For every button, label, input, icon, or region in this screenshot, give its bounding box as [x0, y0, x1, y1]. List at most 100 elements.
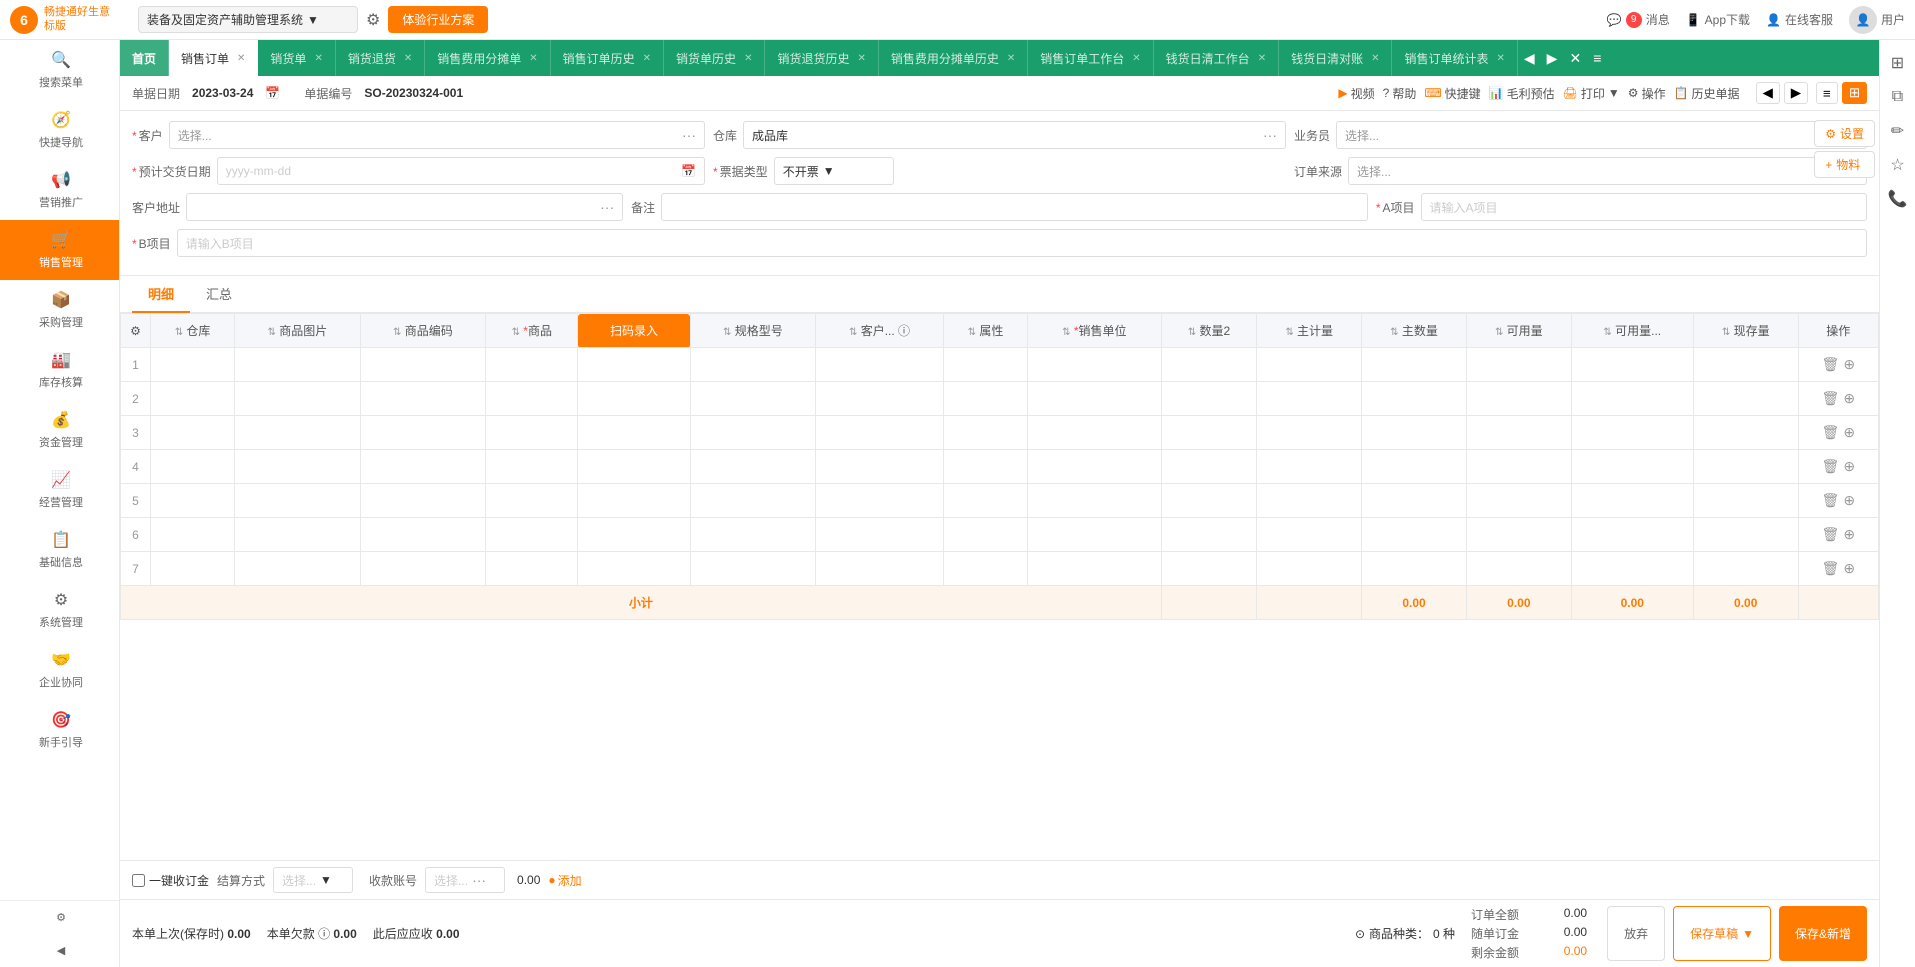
message-btn[interactable]: 💬 9 消息 [1607, 11, 1670, 28]
sidebar-item-marketing[interactable]: 📢 营销推广 [0, 160, 119, 220]
warehouse-dots-btn[interactable]: ··· [1263, 127, 1277, 143]
tab-expense-history[interactable]: 销售费用分摊单历史 ✕ [879, 40, 1028, 76]
tab-close-daily-workbench[interactable]: ✕ [1258, 53, 1266, 64]
calendar-icon[interactable]: 📅 [265, 86, 280, 100]
industry-btn[interactable]: 体验行业方案 [388, 6, 488, 33]
tab-close-statistics[interactable]: ✕ [1497, 53, 1505, 64]
customer-input[interactable]: 选择... ··· [169, 121, 705, 149]
video-btn[interactable]: ▶ 视频 [1338, 85, 1374, 102]
tab-close-workbench[interactable]: ✕ [1132, 53, 1140, 64]
print-btn[interactable]: 🖨 打印 ▼ [1563, 85, 1620, 102]
col-current-stock[interactable]: ⇅ 现存量 [1693, 314, 1798, 348]
tab-close-sales-order[interactable]: ✕ [237, 53, 245, 64]
col-image[interactable]: ⇅ 商品图片 [235, 314, 361, 348]
tab-sales-order[interactable]: 销售订单 ✕ [169, 40, 258, 76]
tab-expense-split[interactable]: 销售费用分摊单 ✕ [425, 40, 550, 76]
copy-row-5-btn[interactable]: ⊕ [1843, 492, 1855, 509]
sidebar-item-sales[interactable]: 🛒 销售管理 [0, 220, 119, 280]
add-payment-btn[interactable]: ● 添加 [548, 872, 581, 889]
right-panel-edit-icon[interactable]: ✏ [1883, 116, 1913, 146]
gear-icon[interactable]: ⚙ [366, 10, 380, 30]
warehouse-input[interactable]: 成品库 ··· [743, 121, 1286, 149]
material-float-btn[interactable]: + 物料 [1814, 151, 1875, 178]
salesperson-input[interactable]: 选择... [1336, 121, 1867, 149]
tab-statistics[interactable]: 销售订单统计表 ✕ [1392, 40, 1517, 76]
sidebar-item-operations[interactable]: 📈 经营管理 [0, 460, 119, 520]
discard-btn[interactable]: 放弃 [1607, 906, 1665, 961]
prev-record-btn[interactable]: ◀ [1756, 82, 1780, 104]
app-download-btn[interactable]: 📱 App下载 [1686, 11, 1750, 28]
user-menu-btn[interactable]: 👤 用户 [1849, 6, 1905, 34]
bank-account-select[interactable]: 选择... ··· [425, 867, 505, 893]
tab-prev-btn[interactable]: ◀ [1518, 40, 1541, 76]
tab-daily-workbench[interactable]: 钱货日清工作台 ✕ [1154, 40, 1279, 76]
delete-row-5-btn[interactable]: 🗑 [1822, 492, 1840, 509]
tab-close-invoice-history[interactable]: ✕ [744, 53, 752, 64]
tab-invoice-history[interactable]: 销货单历史 ✕ [664, 40, 765, 76]
tab-close-reconciliation[interactable]: ✕ [1371, 53, 1379, 64]
sidebar-collapse-btn[interactable]: ◀ [0, 934, 119, 967]
copy-row-1-btn[interactable]: ⊕ [1843, 356, 1855, 373]
online-service-btn[interactable]: 👤 在线客服 [1766, 11, 1833, 28]
delete-row-2-btn[interactable]: 🗑 [1822, 390, 1840, 407]
col-scan[interactable]: 扫码录入 [578, 314, 690, 348]
order-source-input[interactable]: 选择... [1348, 157, 1867, 185]
operation-btn[interactable]: ⚙ 操作 [1628, 85, 1666, 102]
col-attribute[interactable]: ⇅ 属性 [943, 314, 1027, 348]
copy-row-3-btn[interactable]: ⊕ [1843, 424, 1855, 441]
col-available[interactable]: ⇅ 可用量 [1466, 314, 1571, 348]
sidebar-item-search[interactable]: 🔍 搜索菜单 [0, 40, 119, 100]
delete-row-4-btn[interactable]: 🗑 [1822, 458, 1840, 475]
sidebar-item-basic-info[interactable]: 📋 基础信息 [0, 520, 119, 580]
col-warehouse[interactable]: ⇅ 仓库 [151, 314, 235, 348]
right-panel-star-icon[interactable]: ☆ [1883, 150, 1913, 180]
col-settings[interactable]: ⚙ [121, 314, 151, 348]
right-panel-table-icon[interactable]: ⊞ [1883, 48, 1913, 78]
tab-order-history[interactable]: 销售订单历史 ✕ [551, 40, 664, 76]
tab-close-all-btn[interactable]: ✕ [1563, 40, 1587, 76]
sidebar-item-quicknav[interactable]: 🧭 快捷导航 [0, 100, 119, 160]
col-spec[interactable]: ⇅ 规格型号 [690, 314, 816, 348]
shortcut-btn[interactable]: ⌨ 快捷键 [1424, 85, 1480, 102]
tab-sales-return[interactable]: 销货退货 ✕ [336, 40, 425, 76]
tab-close-invoice[interactable]: ✕ [314, 53, 322, 64]
tab-home[interactable]: 首页 [120, 40, 169, 76]
col-main-unit[interactable]: ⇅ 主计量 [1257, 314, 1362, 348]
tab-close-return[interactable]: ✕ [404, 53, 412, 64]
one-click-checkbox[interactable]: 一键收订金 [132, 872, 209, 889]
sidebar-item-finance[interactable]: 💰 资金管理 [0, 400, 119, 460]
tab-close-expense[interactable]: ✕ [529, 53, 537, 64]
sidebar-item-purchase[interactable]: 📦 采购管理 [0, 280, 119, 340]
right-panel-copy-icon[interactable]: ⧉ [1883, 82, 1913, 112]
delete-row-3-btn[interactable]: 🗑 [1822, 424, 1840, 441]
delete-row-7-btn[interactable]: 🗑 [1822, 560, 1840, 577]
calendar-field-icon[interactable]: 📅 [681, 164, 696, 178]
customer-address-input[interactable]: ··· [186, 193, 623, 221]
save-new-btn[interactable]: 保存&新增 [1779, 906, 1867, 961]
delivery-date-input[interactable]: yyyy-mm-dd 📅 [217, 157, 705, 185]
payment-method-select[interactable]: 选择... ▼ [273, 867, 353, 893]
copy-row-4-btn[interactable]: ⊕ [1843, 458, 1855, 475]
col-product[interactable]: ⇅ *商品 [486, 314, 578, 348]
b-project-input[interactable]: 请输入B项目 [177, 229, 1867, 257]
tab-close-expense-history[interactable]: ✕ [1007, 53, 1015, 64]
sidebar-settings-btn[interactable]: ⚙ [0, 901, 119, 934]
col-qty2[interactable]: ⇅ 数量2 [1161, 314, 1257, 348]
history-order-btn[interactable]: 📋 历史单据 [1674, 85, 1740, 102]
tab-return-history[interactable]: 销货退货历史 ✕ [765, 40, 878, 76]
invoice-type-select[interactable]: 不开票 ▼ [774, 157, 894, 185]
tab-summary[interactable]: 汇总 [190, 276, 248, 313]
a-project-input[interactable]: 请输入A项目 [1421, 193, 1867, 221]
tab-next-btn[interactable]: ▶ [1541, 40, 1564, 76]
next-record-btn[interactable]: ▶ [1784, 82, 1808, 104]
settings-float-btn[interactable]: ⚙ 设置 [1814, 120, 1875, 147]
tab-detail[interactable]: 明细 [132, 276, 190, 313]
copy-row-2-btn[interactable]: ⊕ [1843, 390, 1855, 407]
sidebar-item-inventory[interactable]: 🏭 库存核算 [0, 340, 119, 400]
col-unit[interactable]: ⇅ *销售单位 [1028, 314, 1162, 348]
one-click-checkbox-input[interactable] [132, 874, 145, 887]
tab-reconciliation[interactable]: 钱货日清对账 ✕ [1279, 40, 1392, 76]
copy-row-7-btn[interactable]: ⊕ [1843, 560, 1855, 577]
col-customer-code[interactable]: ⇅ 客户... ⓘ [816, 314, 944, 348]
sidebar-item-system[interactable]: ⚙ 系统管理 [0, 580, 119, 640]
